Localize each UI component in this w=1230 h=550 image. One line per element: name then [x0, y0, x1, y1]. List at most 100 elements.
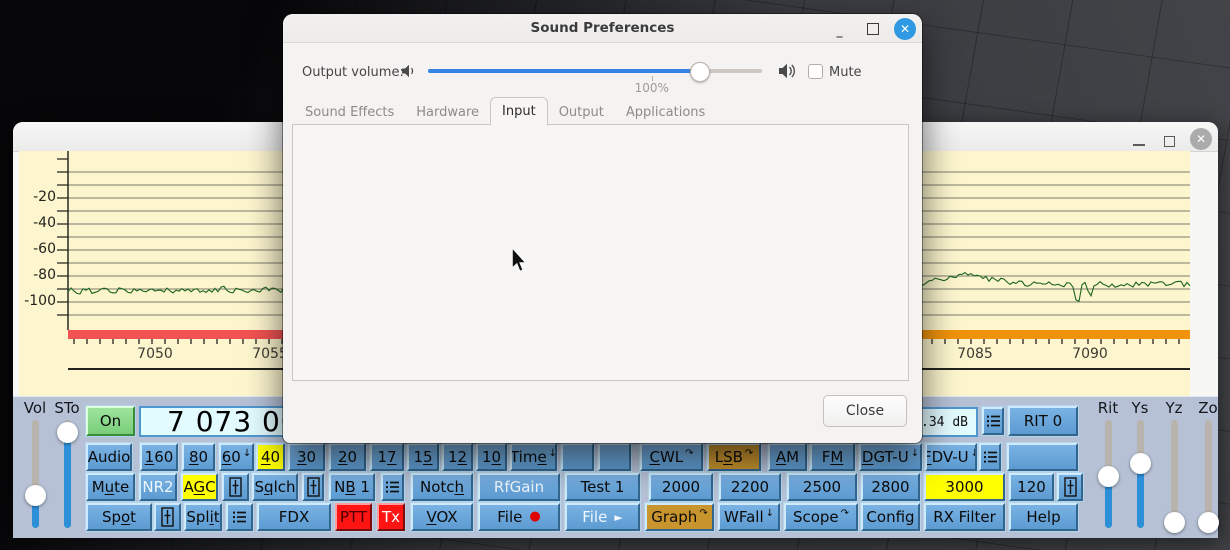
button-20[interactable]: 20: [329, 443, 366, 471]
record-dot-icon: ●: [529, 508, 541, 524]
button-30[interactable]: 30: [288, 443, 325, 471]
button-17[interactable]: 17: [370, 443, 404, 471]
slider-handle-zo[interactable]: [1197, 511, 1219, 533]
button-label: Notch: [419, 478, 465, 496]
button-3000[interactable]: 3000: [924, 473, 1005, 501]
button-10[interactable]: 10: [476, 443, 507, 471]
button-file-play[interactable]: File ►: [565, 503, 640, 531]
button-rx-filter[interactable]: RX Filter: [924, 503, 1005, 531]
output-mute-checkbox[interactable]: [808, 64, 823, 79]
menu-button[interactable]: [979, 443, 1001, 471]
button-fdv-u[interactable]: FDV-U↓: [925, 443, 977, 471]
button-scope[interactable]: Scope ↷: [784, 503, 858, 531]
rit-button[interactable]: RIT 0: [1008, 406, 1078, 436]
button-label: VOX: [426, 508, 458, 526]
button-tx[interactable]: Tx: [377, 503, 405, 531]
dialog-maximize-icon[interactable]: [867, 23, 879, 35]
button-test-1[interactable]: Test 1: [565, 473, 640, 501]
button-160[interactable]: 160: [140, 443, 178, 471]
slider-popup-button[interactable]: [1057, 473, 1083, 501]
button-graph[interactable]: Graph ↷: [645, 503, 714, 531]
button-60[interactable]: 60 ↓: [219, 443, 254, 471]
button-split[interactable]: Split: [184, 503, 222, 531]
tab-output[interactable]: Output: [548, 99, 615, 126]
button-notch[interactable]: Notch: [411, 473, 473, 501]
button-label: Audio: [87, 448, 131, 466]
menu-button[interactable]: [226, 503, 253, 531]
button-vox[interactable]: VOX: [411, 503, 473, 531]
smeter-menu-button[interactable]: [982, 407, 1004, 435]
slider-popup-button[interactable]: [302, 473, 324, 501]
button-file-record[interactable]: File ●: [478, 503, 560, 531]
close-button[interactable]: Close: [823, 395, 907, 427]
speaker-low-icon: [401, 63, 416, 83]
button-help[interactable]: Help: [1009, 503, 1078, 531]
radio-minimize-icon[interactable]: [1133, 144, 1145, 146]
menu-button[interactable]: [381, 473, 404, 501]
blank-button[interactable]: [1007, 443, 1078, 471]
button-audio[interactable]: Audio: [86, 443, 132, 471]
button-15[interactable]: 15: [407, 443, 439, 471]
button-12[interactable]: 12: [442, 443, 473, 471]
button-config[interactable]: Config: [861, 503, 920, 531]
button-time[interactable]: Time ↓: [510, 443, 557, 471]
slider-popup-button[interactable]: [154, 503, 181, 531]
popup-arrow-icon: ↷: [699, 507, 708, 519]
button-lsb[interactable]: LSB ↷: [707, 443, 761, 471]
button-rfgain[interactable]: RfGain: [478, 473, 560, 501]
blank-button[interactable]: [598, 443, 631, 471]
button-dgt-u[interactable]: DGT-U ↓: [859, 443, 922, 471]
button-sqlch[interactable]: Sqlch: [252, 473, 298, 501]
button-label: Test 1: [580, 478, 625, 496]
button-wfall[interactable]: WFall ↓: [718, 503, 780, 531]
button-2000[interactable]: 2000: [649, 473, 713, 501]
slider-handle-vol[interactable]: [24, 484, 46, 506]
radio-maximize-icon[interactable]: [1164, 136, 1175, 147]
button-nr2[interactable]: NR2: [139, 473, 177, 501]
button-120[interactable]: 120: [1009, 473, 1054, 501]
slider-handle-sto[interactable]: [56, 421, 78, 443]
tab-bar: Sound Effects Hardware Input Output Applicat…: [294, 97, 716, 126]
play-arrow-icon: ►: [614, 510, 623, 524]
dialog-minimize-icon[interactable]: –: [834, 27, 845, 45]
slider-handle-rit[interactable]: [1097, 465, 1119, 487]
button-label: 2000: [661, 478, 701, 496]
slider-label-zo: Zo: [1198, 399, 1218, 417]
output-volume-handle[interactable]: [689, 62, 710, 82]
speaker-high-icon: [778, 61, 798, 85]
tab-input[interactable]: Input: [490, 97, 548, 126]
button-label: 40: [260, 448, 281, 466]
button-label: Help: [1026, 508, 1061, 526]
blank-button[interactable]: [561, 443, 594, 471]
button-label: File: [582, 508, 608, 526]
button-label: Graph: [651, 508, 698, 526]
button-fdx[interactable]: FDX: [257, 503, 331, 531]
tab-applications[interactable]: Applications: [615, 99, 716, 126]
dialog-close-icon[interactable]: ✕: [894, 18, 916, 40]
button-am[interactable]: AM: [768, 443, 807, 471]
button-label: Split: [186, 508, 220, 526]
button-80[interactable]: 80: [182, 443, 215, 471]
button-2800[interactable]: 2800: [861, 473, 920, 501]
tab-sound-effects[interactable]: Sound Effects: [294, 99, 405, 126]
button-nb-1[interactable]: NB 1: [329, 473, 375, 501]
radio-close-icon[interactable]: ✕: [1190, 128, 1212, 150]
slider-handle-ys[interactable]: [1129, 452, 1151, 474]
button-label: PTT: [339, 508, 368, 526]
slider-handle-yz[interactable]: [1163, 511, 1185, 533]
button-spot[interactable]: Spot: [86, 503, 152, 531]
button-fm[interactable]: FM: [810, 443, 855, 471]
button-label: RX Filter: [933, 508, 996, 526]
button-label: 17: [377, 448, 397, 466]
on-button[interactable]: On: [86, 406, 135, 436]
tab-hardware[interactable]: Hardware: [405, 99, 490, 126]
button-label: 2200: [730, 478, 770, 496]
button-agc[interactable]: AGC: [181, 473, 218, 501]
slider-popup-button[interactable]: [222, 473, 249, 501]
button-2200[interactable]: 2200: [719, 473, 781, 501]
button-2500[interactable]: 2500: [787, 473, 857, 501]
button-cwl[interactable]: CWL ↷: [640, 443, 703, 471]
button-40[interactable]: 40: [256, 443, 285, 471]
button-ptt[interactable]: PTT: [335, 503, 372, 531]
button-mute[interactable]: Mute: [86, 473, 135, 501]
